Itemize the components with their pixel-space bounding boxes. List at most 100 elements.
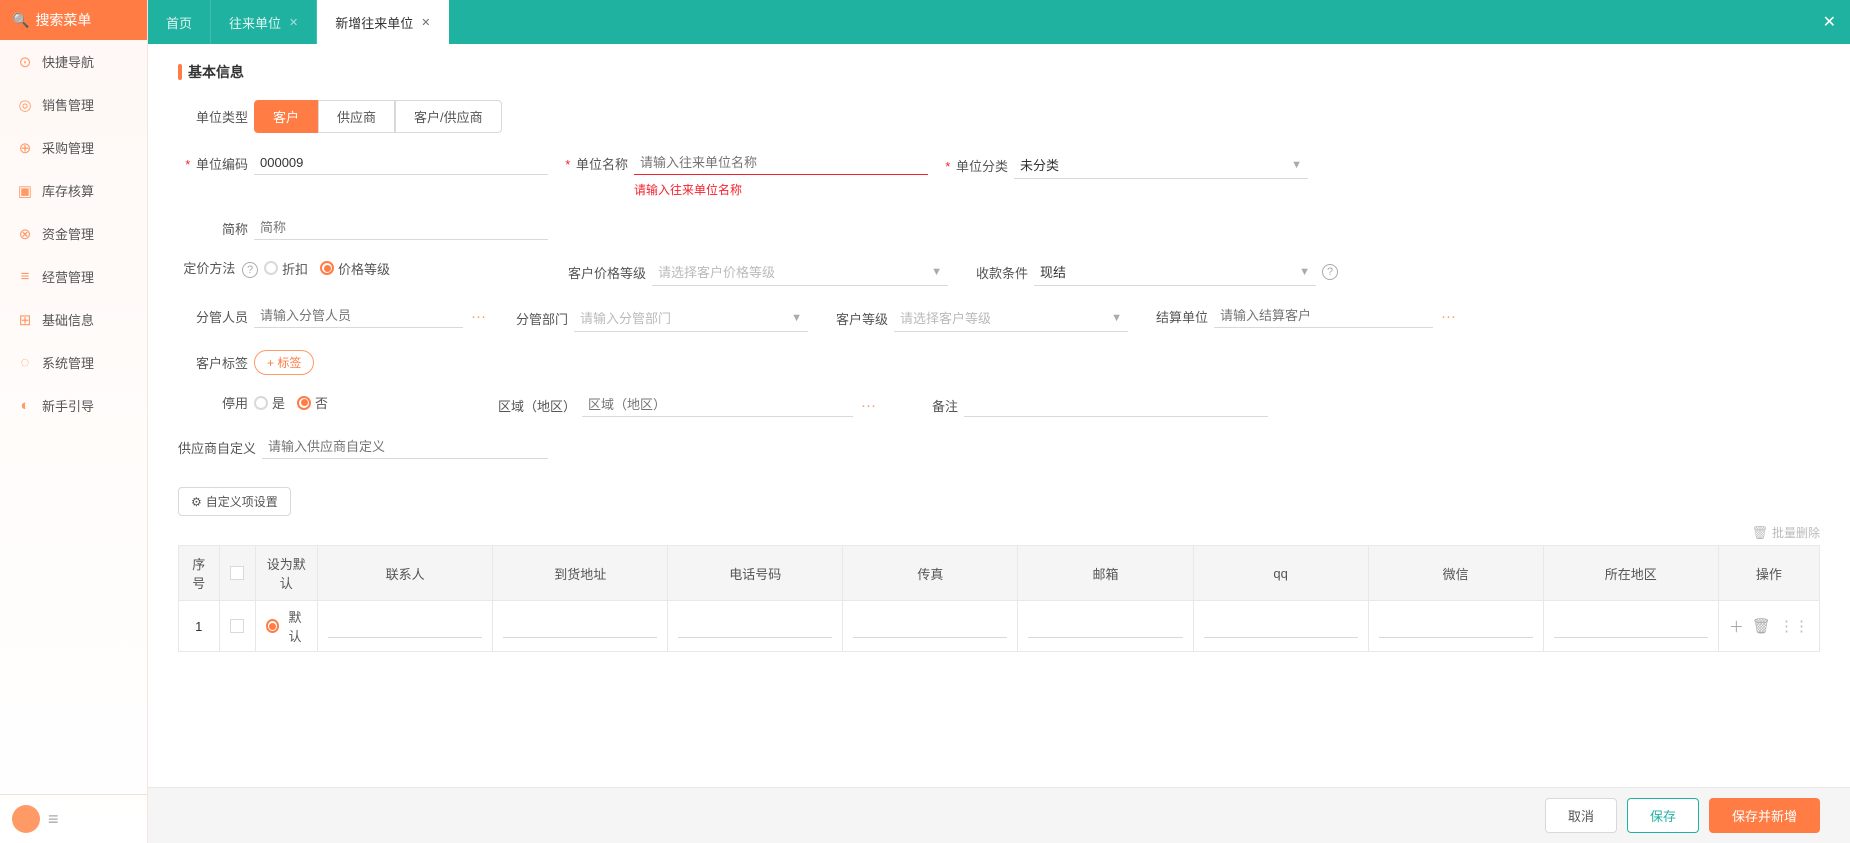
manager-more-btn[interactable]: ···: [469, 308, 488, 325]
sidebar-item-sales[interactable]: ◎ 销售管理: [0, 83, 147, 126]
row-default-option[interactable]: 默认: [266, 607, 308, 645]
pricing-discount-option[interactable]: 折扣: [264, 259, 308, 278]
custom-settings-button[interactable]: ⚙ 自定义项设置: [178, 487, 291, 516]
sidebar-item-finance[interactable]: ⊗ 资金管理: [0, 212, 147, 255]
row-qq[interactable]: [1193, 601, 1368, 652]
sidebar: 🔍 搜索菜单 ⊙ 快捷导航 ◎ 销售管理 ⊕ 采购管理 ▣ 库存核算 ⊗ 资金管…: [0, 0, 148, 843]
sidebar-item-operations[interactable]: ≡ 经营管理: [0, 255, 147, 298]
sidebar-item-label: 系统管理: [42, 353, 94, 372]
disable-no-option[interactable]: 否: [297, 393, 328, 412]
pricing-help-icon[interactable]: ?: [242, 262, 258, 278]
abbr-input[interactable]: [254, 216, 548, 240]
wechat-input[interactable]: [1379, 614, 1533, 638]
unit-type-customer-btn[interactable]: 客户: [254, 100, 318, 133]
sidebar-item-label: 销售管理: [42, 95, 94, 114]
area-input[interactable]: [1554, 614, 1708, 638]
tab-new-partner[interactable]: 新增往来单位 ✕: [317, 0, 449, 44]
sidebar-item-guide[interactable]: ◐ 新手引导: [0, 384, 147, 427]
row-drag-handle[interactable]: ⋮⋮: [1779, 617, 1809, 635]
row-area[interactable]: [1543, 601, 1718, 652]
cancel-button[interactable]: 取消: [1545, 798, 1617, 833]
address-input[interactable]: [503, 614, 657, 638]
tags-row: 客户标签 + 标签: [178, 350, 1820, 375]
batch-delete-label[interactable]: 批量删除: [1772, 524, 1820, 541]
sidebar-item-purchase[interactable]: ⊕ 采购管理: [0, 126, 147, 169]
col-phone: 电话号码: [668, 546, 843, 601]
sidebar-item-label: 经营管理: [42, 267, 94, 286]
cust-price-level-field: 客户价格等级 请选择客户价格等级 ▼: [568, 258, 948, 286]
cust-level-chevron-icon: ▼: [1111, 312, 1122, 324]
unit-type-both-btn[interactable]: 客户/供应商: [395, 100, 502, 133]
pricing-row: 定价方法 ? 折扣 价格等级: [178, 258, 1820, 286]
section-title: 基本信息: [178, 62, 1820, 82]
unit-type-supplier-btn[interactable]: 供应商: [318, 100, 395, 133]
manager-input[interactable]: [254, 304, 463, 328]
sidebar-item-inventory[interactable]: ▣ 库存核算: [0, 169, 147, 212]
main-area: 首页 往来单位 ✕ 新增往来单位 ✕ ✕ 基本信息 单位类型 客户: [148, 0, 1850, 843]
row-checkbox[interactable]: [230, 619, 244, 633]
pricing-radio-group: 折扣 价格等级: [264, 259, 390, 278]
cust-level-select[interactable]: 请选择客户等级 ▼: [894, 304, 1128, 332]
sidebar-item-label: 快捷导航: [42, 52, 94, 71]
section-title-label: 基本信息: [188, 62, 244, 82]
abbr-field: 简称: [178, 216, 548, 240]
supplier-custom-input[interactable]: [262, 435, 548, 459]
contact-input[interactable]: [328, 614, 482, 638]
col-email: 邮箱: [1018, 546, 1193, 601]
basic-info-section: 基本信息 单位类型 客户 供应商 客户/供应商 *: [148, 44, 1850, 487]
select-all-checkbox[interactable]: [230, 566, 244, 580]
tab-new-partner-close[interactable]: ✕: [421, 16, 430, 29]
add-tag-button[interactable]: + 标签: [254, 350, 314, 375]
unit-name-field: * 单位名称 请输入往来单位名称: [558, 151, 928, 198]
row-default-label: 默认: [283, 607, 307, 645]
page-body: 基本信息 单位类型 客户 供应商 客户/供应商 *: [148, 44, 1850, 787]
tab-home[interactable]: 首页: [148, 0, 211, 44]
region-input[interactable]: [582, 393, 853, 417]
sidebar-search[interactable]: 🔍 搜索菜单: [0, 0, 147, 40]
unit-name-input[interactable]: [634, 151, 928, 175]
unit-name-error: 请输入往来单位名称: [634, 183, 742, 197]
row-add-btn[interactable]: ＋: [1729, 616, 1744, 637]
tab-partner-list[interactable]: 往来单位 ✕: [211, 0, 317, 44]
settlement-more-btn[interactable]: ···: [1439, 308, 1458, 325]
row-address[interactable]: [493, 601, 668, 652]
manager-label: 分管人员: [178, 307, 248, 326]
disable-region-row: 停用 是 否 区域（地区）: [178, 393, 1820, 417]
row-fax[interactable]: [843, 601, 1018, 652]
row-contact[interactable]: [318, 601, 493, 652]
qq-input[interactable]: [1204, 614, 1358, 638]
disable-yes-option[interactable]: 是: [254, 393, 285, 412]
unit-name-label: * 单位名称: [558, 154, 628, 173]
cust-price-level-select[interactable]: 请选择客户价格等级 ▼: [652, 258, 948, 286]
email-input[interactable]: [1028, 614, 1182, 638]
payment-terms-select[interactable]: 现结 ▼: [1034, 258, 1316, 286]
remark-input[interactable]: [964, 393, 1268, 417]
close-all-tabs[interactable]: ✕: [1809, 0, 1850, 44]
save-new-button[interactable]: 保存并新增: [1709, 798, 1820, 833]
sidebar-bottom: ≡: [0, 794, 147, 843]
unit-category-select[interactable]: 未分类 ▼: [1014, 151, 1308, 179]
unit-category-label: * 单位分类: [938, 156, 1008, 175]
sidebar-item-system[interactable]: ◌ 系统管理: [0, 341, 147, 384]
row-phone[interactable]: [668, 601, 843, 652]
tab-partner-list-close[interactable]: ✕: [289, 16, 298, 29]
phone-input[interactable]: [678, 614, 832, 638]
sidebar-item-quick-nav[interactable]: ⊙ 快捷导航: [0, 40, 147, 83]
purchase-icon: ⊕: [16, 139, 34, 157]
payment-help-icon[interactable]: ?: [1322, 264, 1338, 280]
row-wechat[interactable]: [1368, 601, 1543, 652]
sidebar-item-basic-info[interactable]: ⊞ 基础信息: [0, 298, 147, 341]
pricing-level-option[interactable]: 价格等级: [320, 259, 390, 278]
save-button[interactable]: 保存: [1627, 798, 1699, 833]
manager-field: 分管人员 ···: [178, 304, 488, 328]
settlement-input[interactable]: [1214, 304, 1433, 328]
region-more-btn[interactable]: ···: [859, 397, 878, 414]
fax-input[interactable]: [853, 614, 1007, 638]
settlement-label: 结算单位: [1138, 307, 1208, 326]
row-email[interactable]: [1018, 601, 1193, 652]
pricing-method-label: 定价方法 ?: [178, 258, 258, 278]
dept-select[interactable]: 请输入分管部门 ▼: [574, 304, 808, 332]
unit-code-input[interactable]: [254, 151, 548, 175]
row-delete-btn[interactable]: 🗑: [1752, 617, 1771, 635]
system-icon: ◌: [16, 354, 34, 372]
